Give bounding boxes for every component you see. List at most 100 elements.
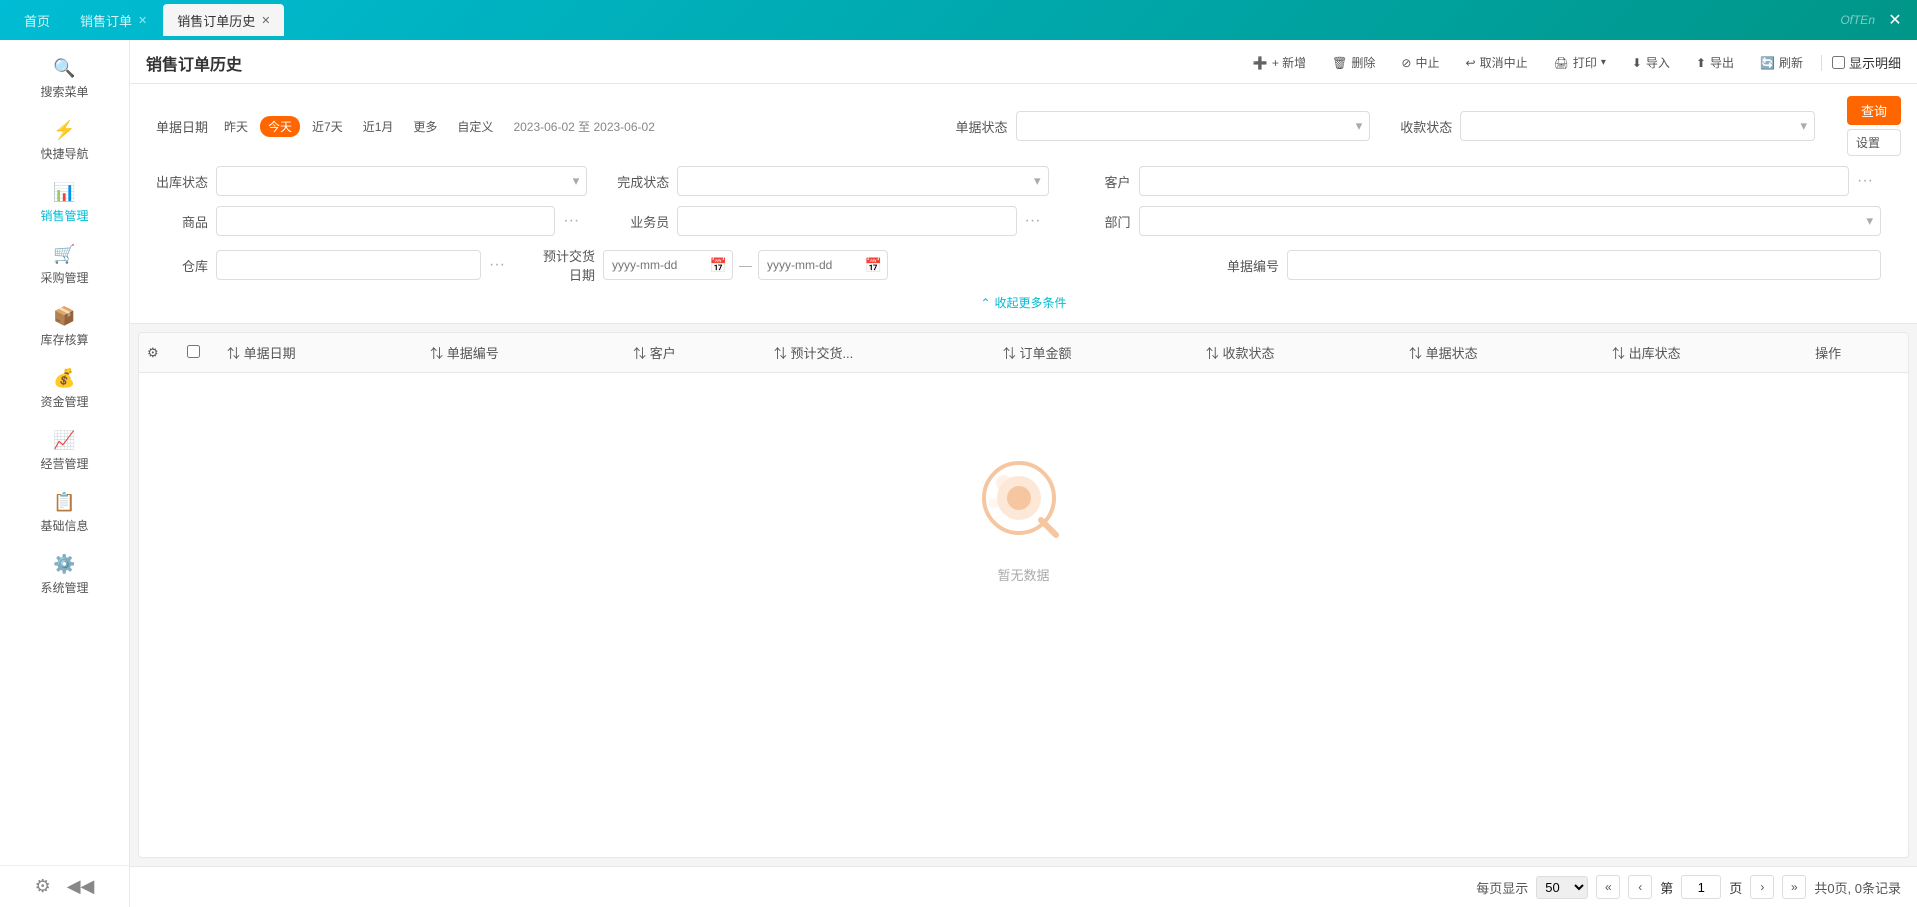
date-pill-more[interactable]: 更多 xyxy=(405,116,445,137)
cancel-stop-button[interactable]: ↩ 取消中止 xyxy=(1458,50,1536,75)
print-icon: 🖨 xyxy=(1554,56,1569,70)
page-size-select[interactable]: 20 50 100 200 xyxy=(1536,876,1588,899)
print-button[interactable]: 🖨 打印 ▾ xyxy=(1546,50,1614,75)
sidebar-item-inventory[interactable]: 📦 库存核算 xyxy=(0,296,129,358)
th-doc-status: ⇅ 单据状态 xyxy=(1401,333,1604,373)
sidebar-item-basic-info[interactable]: 📋 基础信息 xyxy=(0,482,129,544)
collapse-chevron-icon: ⌃ xyxy=(980,296,990,310)
page-size-label: 每页显示 xyxy=(1476,878,1528,897)
sidebar-item-finance[interactable]: 💰 资金管理 xyxy=(0,358,129,420)
sidebar-item-search-menu[interactable]: 🔍 搜索菜单 xyxy=(0,48,129,110)
date-pill-1month[interactable]: 近1月 xyxy=(355,116,402,137)
date-range-separator: — xyxy=(739,258,752,273)
filter-row-4: 仓库 ··· 预计交货日期 📅 — 📅 xyxy=(146,246,1901,284)
th-date: ⇅ 单据日期 xyxy=(219,333,422,373)
empty-state-icon xyxy=(974,453,1074,553)
first-page-button[interactable]: « xyxy=(1596,875,1620,899)
th-number: ⇅ 单据编号 xyxy=(422,333,625,373)
customer-input[interactable] xyxy=(1139,166,1850,196)
collapse-row[interactable]: ⌃ 收起更多条件 xyxy=(146,294,1901,311)
footer-pagination: 每页显示 20 50 100 200 « ‹ 第 页 › » 共0页, 0条记录 xyxy=(130,866,1917,907)
th-amount-sort: ⇅ xyxy=(1003,346,1020,361)
refresh-button[interactable]: 🔄 刷新 xyxy=(1752,50,1811,75)
payment-status-select-wrapper xyxy=(1460,111,1815,141)
th-action: 操作 xyxy=(1807,333,1908,373)
col-out-text: 出库状态 xyxy=(1629,346,1681,361)
select-all-checkbox[interactable] xyxy=(187,345,200,358)
doc-number-input[interactable] xyxy=(1287,250,1881,280)
volume-icon[interactable]: ◀◀ xyxy=(67,876,95,897)
delete-button[interactable]: 🗑 删除 xyxy=(1324,50,1383,75)
stop-button[interactable]: ⊘ 中止 xyxy=(1393,50,1447,75)
warehouse-more-icon[interactable]: ··· xyxy=(481,256,513,274)
filter-row-1: 单据日期 昨天 今天 近7天 近1月 更多 自定义 2023-06-02 至 2… xyxy=(146,96,1901,156)
sidebar-item-system-mgmt[interactable]: ⚙️ 系统管理 xyxy=(0,544,129,606)
tab-sales-order-close[interactable]: ✕ xyxy=(138,14,147,27)
warehouse-out-control xyxy=(216,166,587,196)
import-button[interactable]: ⬇ 导入 xyxy=(1624,50,1678,75)
warehouse-out-select-wrapper xyxy=(216,166,587,196)
product-control: ··· xyxy=(216,206,587,236)
warehouse-out-select[interactable] xyxy=(216,166,587,196)
next-page-button[interactable]: › xyxy=(1750,875,1774,899)
display-details-label[interactable]: 显示明细 xyxy=(1832,53,1901,72)
salesperson-control: ··· xyxy=(677,206,1048,236)
data-table: ⚙ ⇅ 单据日期 ⇅ 单据编号 xyxy=(139,333,1908,373)
window-close-button[interactable]: ✕ xyxy=(1883,8,1907,32)
sidebar-item-purchase-mgmt[interactable]: 🛒 采购管理 xyxy=(0,234,129,296)
page-number-input[interactable] xyxy=(1681,875,1721,899)
tab-sales-order[interactable]: 销售订单 ✕ xyxy=(66,4,161,36)
date-pill-7days[interactable]: 近7天 xyxy=(304,116,351,137)
product-input[interactable] xyxy=(216,206,555,236)
sidebar-item-operations[interactable]: 📈 经营管理 xyxy=(0,420,129,482)
import-icon: ⬇ xyxy=(1632,56,1642,70)
warehouse-input[interactable] xyxy=(216,250,481,280)
display-details-checkbox[interactable] xyxy=(1832,56,1845,69)
tab-sales-order-history[interactable]: 销售订单历史 ✕ xyxy=(163,4,284,36)
th-settings: ⚙ xyxy=(139,333,179,373)
th-delivery-sort: ⇅ xyxy=(774,346,791,361)
th-out-sort: ⇅ xyxy=(1612,346,1629,361)
watermark-text: OfTEn xyxy=(1840,13,1875,27)
tab-home[interactable]: 首页 xyxy=(10,4,64,36)
date-range-text: 2023-06-02 至 2023-06-02 xyxy=(513,118,654,135)
col-action-text: 操作 xyxy=(1815,346,1841,361)
export-button[interactable]: ⬆ 导出 xyxy=(1688,50,1742,75)
product-more-icon[interactable]: ··· xyxy=(555,212,587,230)
calendar-to-icon: 📅 xyxy=(865,257,882,274)
department-select[interactable] xyxy=(1139,206,1882,236)
th-payment-status: ⇅ 收款状态 xyxy=(1198,333,1401,373)
settings-button[interactable]: 设置 xyxy=(1847,129,1901,156)
settings-bottom-icon[interactable]: ⚙ xyxy=(35,876,51,897)
salesperson-more-icon[interactable]: ··· xyxy=(1017,212,1049,230)
date-pill-today[interactable]: 今天 xyxy=(260,116,300,137)
sidebar-item-inventory-label: 库存核算 xyxy=(40,331,88,348)
customer-more-icon[interactable]: ··· xyxy=(1849,172,1881,190)
tab-sales-order-history-close[interactable]: ✕ xyxy=(261,14,270,27)
sidebar-item-sales-mgmt[interactable]: 📊 销售管理 xyxy=(0,172,129,234)
last-page-button[interactable]: » xyxy=(1782,875,1806,899)
sidebar: 🔍 搜索菜单 ⚡ 快捷导航 📊 销售管理 🛒 采购管理 📦 库存核算 💰 资金管… xyxy=(0,40,130,907)
date-pill-custom[interactable]: 自定义 xyxy=(449,116,501,137)
settings-gear-icon[interactable]: ⚙ xyxy=(147,345,159,360)
completion-select[interactable] xyxy=(677,166,1048,196)
sidebar-item-quick-nav[interactable]: ⚡ 快捷导航 xyxy=(0,110,129,172)
system-mgmt-icon: ⚙️ xyxy=(53,554,75,575)
sidebar-item-basic-info-label: 基础信息 xyxy=(40,517,88,534)
sidebar-item-search-menu-label: 搜索菜单 xyxy=(40,83,88,100)
date-pill-yesterday[interactable]: 昨天 xyxy=(216,116,256,137)
query-settings-btns: 查询 设置 xyxy=(1847,96,1901,156)
page-jump-label: 第 xyxy=(1660,878,1673,897)
collapse-text: 收起更多条件 xyxy=(995,294,1067,311)
query-button[interactable]: 查询 xyxy=(1847,96,1901,125)
salesperson-input[interactable] xyxy=(677,206,1016,236)
payment-status-select[interactable] xyxy=(1460,111,1815,141)
page-title: 销售订单历史 xyxy=(146,51,242,75)
product-label: 商品 xyxy=(146,212,216,231)
new-button[interactable]: ➕ + 新增 xyxy=(1245,50,1314,75)
payment-status-control xyxy=(1460,111,1815,141)
status-select[interactable] xyxy=(1016,111,1371,141)
sidebar-item-quick-nav-label: 快捷导航 xyxy=(40,145,88,162)
prev-page-button[interactable]: ‹ xyxy=(1628,875,1652,899)
status-select-wrapper xyxy=(1016,111,1371,141)
